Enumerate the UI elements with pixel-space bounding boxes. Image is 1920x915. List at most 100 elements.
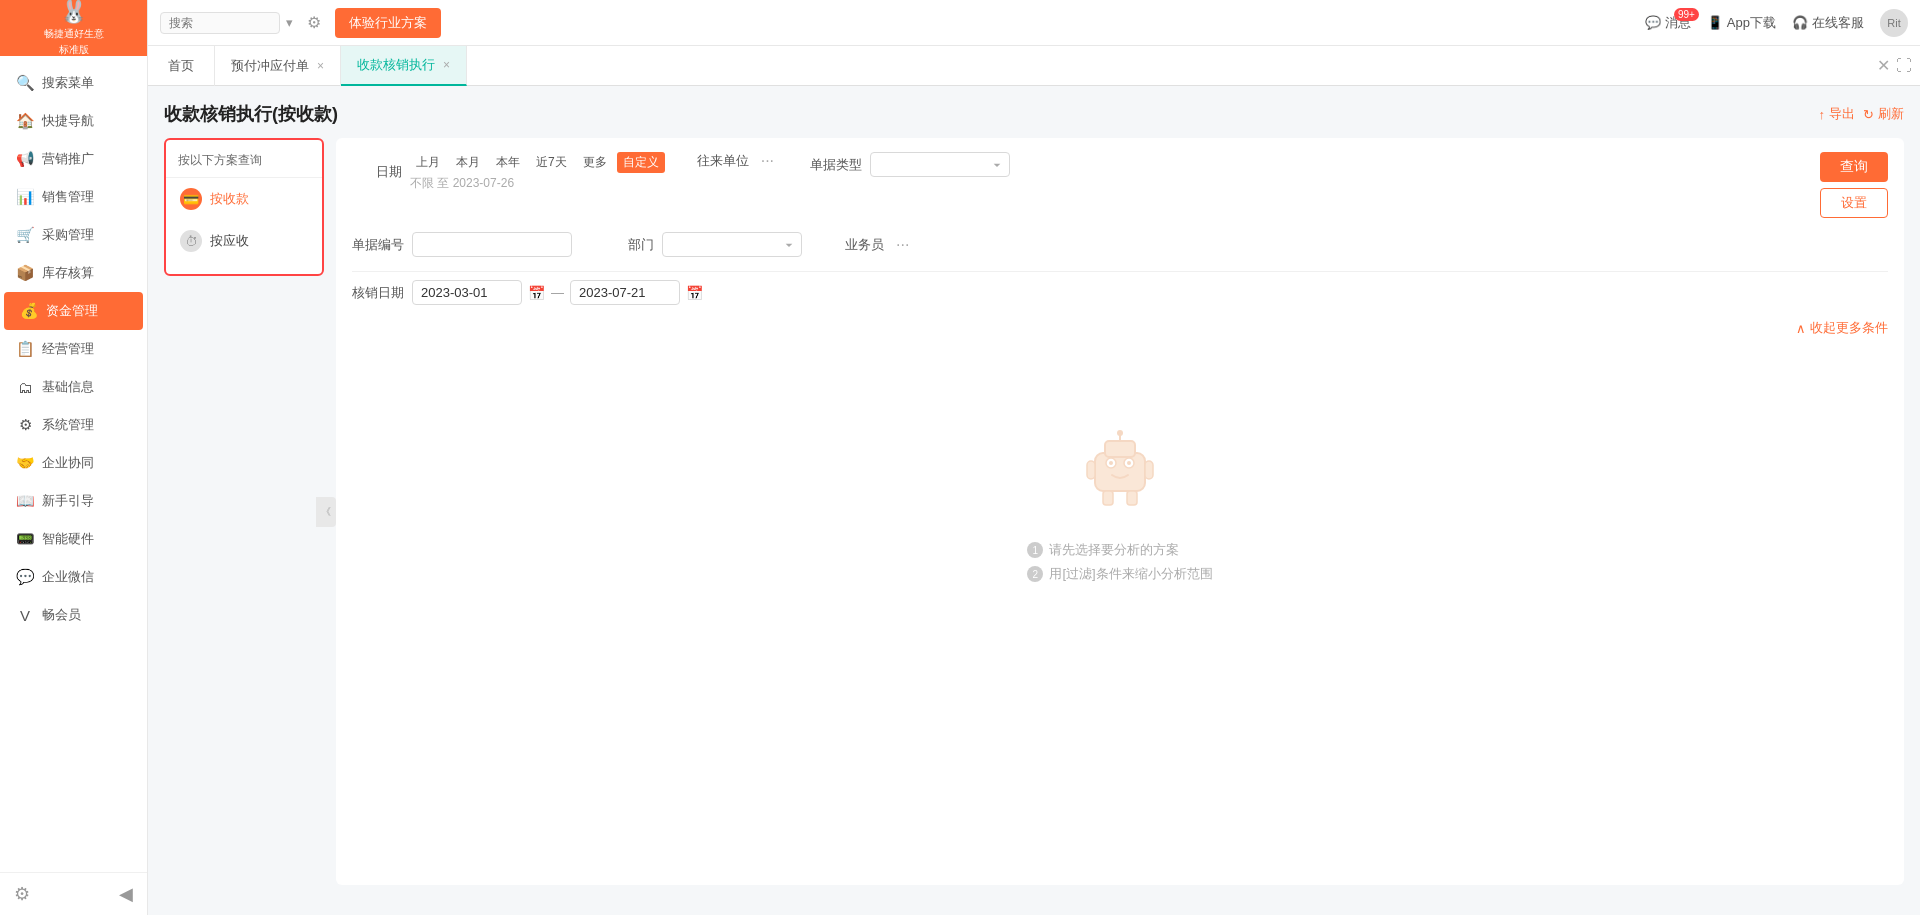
empty-robot-icon: [1075, 423, 1165, 529]
logo-icon: 🐰: [60, 0, 87, 25]
page-content: 收款核销执行(按收款) ↑ 导出 ↻ 刷新 按以下方案查询 💳: [148, 86, 1920, 915]
calendar-end-icon[interactable]: 📅: [686, 285, 703, 301]
date-more-btn[interactable]: 更多: [577, 152, 613, 173]
gear-icon[interactable]: ⚙: [307, 13, 321, 32]
bill-type-label: 单据类型: [810, 156, 862, 174]
verify-date-range: 📅 — 📅: [412, 280, 703, 305]
verify-date-start-input[interactable]: [412, 280, 522, 305]
sidebar-item-sales[interactable]: 📊销售管理: [0, 178, 147, 216]
bill-no-label: 单据编号: [352, 236, 404, 254]
query-button[interactable]: 查询: [1820, 152, 1888, 182]
tab-close-receive[interactable]: ×: [443, 58, 450, 72]
filter-option-by-receivable[interactable]: ⏱ 按应收: [166, 220, 322, 262]
industry-solution-button[interactable]: 体验行业方案: [335, 8, 441, 38]
sidebar-label-system: 系统管理: [42, 416, 94, 434]
tab-label-home: 首页: [168, 57, 194, 75]
tabs-actions: ✕ ⛶: [1877, 56, 1920, 75]
export-button[interactable]: ↑ 导出: [1819, 105, 1856, 123]
collapse-more-button[interactable]: ∧ 收起更多条件: [1796, 319, 1888, 337]
tab-prepay[interactable]: 预付冲应付单×: [215, 46, 341, 86]
tab-receive[interactable]: 收款核销执行×: [341, 46, 467, 86]
sidebar-label-business: 经营管理: [42, 340, 94, 358]
sidebar-label-hardware: 智能硬件: [42, 530, 94, 548]
verify-date-end-input[interactable]: [570, 280, 680, 305]
basic-icon: 🗂: [16, 379, 34, 396]
sidebar-bottom: ⚙ ◀: [0, 872, 147, 915]
search-icon: 🔍: [16, 74, 34, 92]
svg-point-3: [1117, 430, 1123, 436]
bill-no-input[interactable]: [412, 232, 572, 257]
date-no-limit-text: 不限: [410, 176, 434, 190]
settings-bottom-icon[interactable]: ⚙: [14, 883, 30, 905]
sidebar-item-hardware[interactable]: 📟 智能硬件: [0, 520, 147, 558]
topbar-right: 💬 消息 99+ 📱 App下载 🎧 在线客服 Rit: [1645, 9, 1908, 37]
tab-close-prepay[interactable]: ×: [317, 59, 324, 73]
sidebar-item-coop[interactable]: 🤝企业协同: [0, 444, 147, 482]
date-last-month-btn[interactable]: 上月: [410, 152, 446, 173]
trade-unit-ellipsis[interactable]: ···: [757, 152, 778, 170]
calendar-start-icon[interactable]: 📅: [528, 285, 545, 301]
date-this-month-btn[interactable]: 本月: [450, 152, 486, 173]
date-this-year-btn[interactable]: 本年: [490, 152, 526, 173]
trade-unit-label: 往来单位: [697, 152, 749, 170]
sidebar-item-business[interactable]: 📋 经营管理: [0, 330, 147, 368]
app-download-button[interactable]: 📱 App下载: [1707, 14, 1776, 32]
business-icon: 📋: [16, 340, 34, 358]
collapse-sidebar-icon[interactable]: ◀: [119, 883, 133, 905]
verify-date-label: 核销日期: [352, 284, 404, 302]
empty-tips: 1 请先选择要分析的方案 2 用[过滤]条件来缩小分析范围: [1027, 541, 1212, 583]
sidebar: 🐰 畅捷通好生意 标准版 🔍搜索菜单🏠快捷导航📢营销推广📊销售管理🛒采购管理📦库…: [0, 0, 148, 915]
sidebar-item-quick[interactable]: 🏠快捷导航: [0, 102, 147, 140]
sidebar-label-wechat: 企业微信: [42, 568, 94, 586]
search-input[interactable]: [160, 12, 280, 34]
filter-panel-title: 按以下方案查询: [166, 152, 322, 178]
sidebar-item-system[interactable]: ⚙系统管理: [0, 406, 147, 444]
logo-title: 畅捷通好生意: [44, 27, 104, 41]
message-button[interactable]: 💬 消息 99+: [1645, 14, 1691, 32]
staff-field: 业务员 ···: [834, 236, 913, 254]
sidebar-item-purchase[interactable]: 🛒采购管理: [0, 216, 147, 254]
sidebar-item-finance[interactable]: 💰资金管理: [4, 292, 143, 330]
bill-type-select[interactable]: [870, 152, 1010, 177]
tip-number-2: 2: [1027, 566, 1043, 582]
sidebar-item-marketing[interactable]: 📢营销推广: [0, 140, 147, 178]
hardware-icon: 📟: [16, 530, 34, 548]
online-service-button[interactable]: 🎧 在线客服: [1792, 14, 1864, 32]
avatar: Rit: [1880, 9, 1908, 37]
svg-rect-9: [1145, 461, 1153, 479]
bill-type-field: 单据类型: [810, 152, 1010, 177]
dept-label: 部门: [604, 236, 654, 254]
filter-collapse-button[interactable]: 《: [316, 497, 336, 527]
sidebar-item-guide[interactable]: 📖新手引导: [0, 482, 147, 520]
inventory-icon: 📦: [16, 264, 34, 282]
settings-button[interactable]: 设置: [1820, 188, 1888, 218]
tab-home[interactable]: 首页: [148, 46, 215, 86]
service-icon: 🎧: [1792, 15, 1808, 30]
tip-text-1: 请先选择要分析的方案: [1049, 541, 1179, 559]
filter-by-receivable-label: 按应收: [210, 232, 249, 250]
tip-text-2: 用[过滤]条件来缩小分析范围: [1049, 565, 1212, 583]
sidebar-item-inventory[interactable]: 📦库存核算: [0, 254, 147, 292]
sidebar-item-vip[interactable]: V畅会员: [0, 596, 147, 634]
filter-by-receipt-label: 按收款: [210, 190, 249, 208]
sidebar-label-coop: 企业协同: [42, 454, 94, 472]
sidebar-item-wechat[interactable]: 💬企业微信: [0, 558, 147, 596]
sidebar-item-search[interactable]: 🔍搜索菜单: [0, 64, 147, 102]
date-7days-btn[interactable]: 近7天: [530, 152, 573, 173]
finance-icon: 💰: [20, 302, 38, 320]
staff-ellipsis[interactable]: ···: [892, 236, 913, 254]
vip-icon: V: [16, 607, 34, 624]
sidebar-item-basic[interactable]: 🗂基础信息: [0, 368, 147, 406]
filter-panel-wrapper: 按以下方案查询 💳 按收款 ⏱ 按应收 《: [164, 138, 324, 885]
filter-option-by-receipt[interactable]: 💳 按收款: [166, 178, 322, 220]
purchase-icon: 🛒: [16, 226, 34, 244]
date-custom-badge[interactable]: 自定义: [617, 152, 665, 173]
expand-icon[interactable]: ⛶: [1896, 57, 1912, 75]
user-avatar-area[interactable]: Rit: [1880, 9, 1908, 37]
svg-rect-8: [1087, 461, 1095, 479]
refresh-button[interactable]: ↻ 刷新: [1863, 105, 1904, 123]
empty-tip-1: 1 请先选择要分析的方案: [1027, 541, 1212, 559]
dept-select[interactable]: [662, 232, 802, 257]
topbar-logo-area: ▾: [160, 12, 293, 34]
close-window-icon[interactable]: ✕: [1877, 56, 1890, 75]
